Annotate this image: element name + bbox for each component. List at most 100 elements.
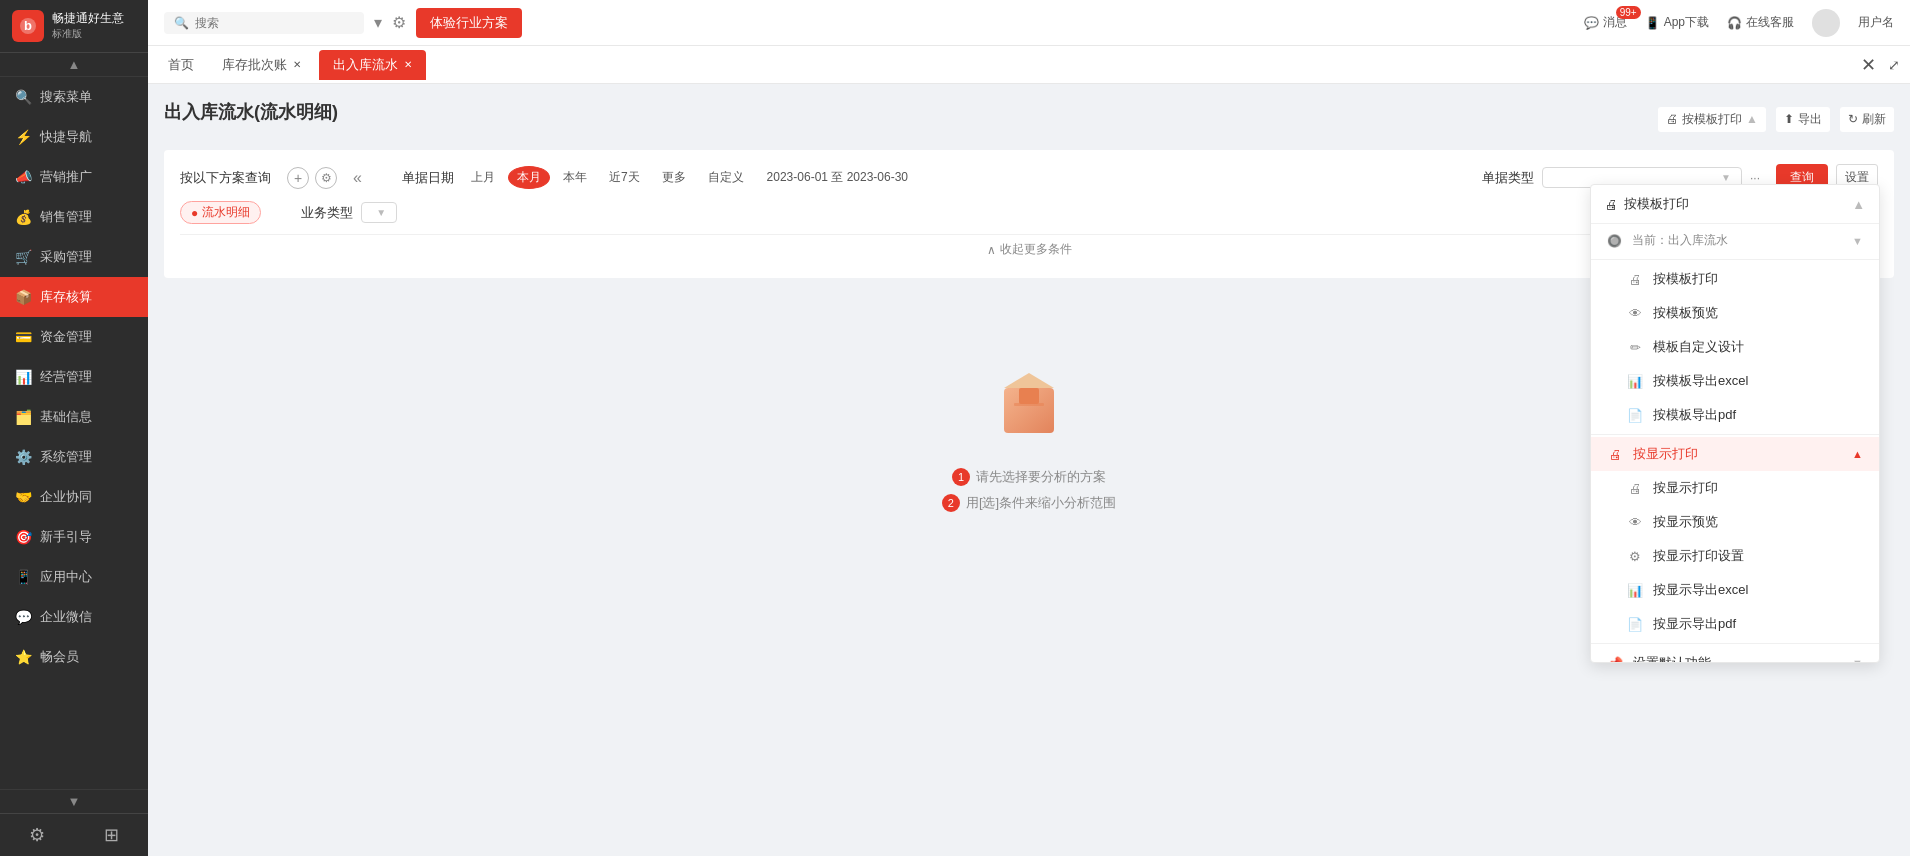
dropdown-template-design[interactable]: ✏ 模板自定义设计 [1591,330,1879,364]
dropdown-current-label[interactable]: 🔘 当前：出入库流水 ▼ [1591,224,1879,257]
dropdown-set-default[interactable]: 📌 设置默认功能 ▼ [1591,646,1879,662]
sidebar-item-inventory[interactable]: 📦 库存核算 [0,277,148,317]
topbar-search[interactable]: 🔍 [164,12,364,34]
date-btn-this-month[interactable]: 本月 [508,166,550,189]
sidebar-item-sales[interactable]: 💰 销售管理 [0,197,148,237]
dropdown-title: 🖨 按模板打印 [1605,195,1689,213]
sidebar-item-search[interactable]: 🔍 搜索菜单 [0,77,148,117]
dropdown-template-pdf[interactable]: 📄 按模板导出pdf [1591,398,1879,432]
sidebar-item-wecom[interactable]: 💬 企业微信 [0,597,148,637]
template-print-icon: 🖨 [1627,271,1643,287]
filter-collapse-left[interactable]: « [353,169,362,187]
sales-icon: 💰 [14,208,32,226]
set-default-icon: 📌 [1607,655,1623,662]
date-btn-this-year[interactable]: 本年 [554,166,596,189]
search-input[interactable] [195,16,354,30]
dropdown-display-excel[interactable]: 📊 按显示导出excel [1591,573,1879,607]
sidebar-item-quick-nav[interactable]: ⚡ 快捷导航 [0,117,148,157]
sidebar-item-member[interactable]: ⭐ 畅会员 [0,637,148,677]
dropdown-template-preview[interactable]: 👁 按模板预览 [1591,296,1879,330]
date-btn-last-month[interactable]: 上月 [462,166,504,189]
filter-selected-tag[interactable]: ● 流水明细 [180,201,261,224]
app-title: 畅捷通好生意 [52,11,124,27]
message-icon: 💬 [1584,16,1599,30]
tab-inout-flow[interactable]: 出入库流水 ✕ [319,50,426,80]
app-center-icon: 📱 [14,568,32,586]
dropdown-display-settings[interactable]: ⚙ 按显示打印设置 [1591,539,1879,573]
system-icon: ⚙️ [14,448,32,466]
app-icon: 📱 [1645,16,1660,30]
filter-add-button[interactable]: + [287,167,309,189]
filter-date-row: 单据日期 上月 本月 本年 近7天 更多 自定义 2023-06-01 至 20… [402,166,908,189]
sidebar-item-app-center[interactable]: 📱 应用中心 [0,557,148,597]
export-icon: ⬆ [1784,112,1794,126]
search-icon: 🔍 [174,16,189,30]
type-more-button[interactable]: ··· [1750,171,1760,185]
tab-close-inventory[interactable]: ✕ [293,59,301,70]
dropdown-scroll: 🖨 按模板打印 👁 按模板预览 ✏ 模板自定义设计 📊 按模板导出excel [1591,262,1879,662]
dropdown-display-header[interactable]: 🖨 按显示打印 ▲ [1591,437,1879,471]
sidebar-item-guide[interactable]: 🎯 新手引导 [0,517,148,557]
sidebar-scroll-up[interactable]: ▲ [0,53,148,77]
current-arrow: ▼ [1852,235,1863,247]
dropdown-display-print[interactable]: 🖨 按显示打印 [1591,471,1879,505]
tab-close-inout[interactable]: ✕ [404,59,412,70]
settings-icon[interactable]: ⚙ [29,824,45,846]
topbar-message[interactable]: 💬 消息 99+ [1584,14,1627,31]
avatar [1812,9,1840,37]
sidebar-nav: 🔍 搜索菜单 ⚡ 快捷导航 📣 营销推广 💰 销售管理 🛒 采购管理 📦 库存核… [0,77,148,789]
dropdown-template-excel[interactable]: 📊 按模板导出excel [1591,364,1879,398]
type-label: 单据类型 [1482,169,1534,187]
set-default-arrow: ▼ [1852,657,1863,662]
date-btn-7days[interactable]: 近7天 [600,166,649,189]
sidebar-item-finance[interactable]: 💳 资金管理 [0,317,148,357]
content-area: 出入库流水(流水明细) 🖨 按模板打印 ▲ ⬆ 导出 ↻ 刷新 [148,84,1910,856]
filter-settings-button[interactable]: ⚙ [315,167,337,189]
filter-actions: + ⚙ [287,167,337,189]
template-preview-icon: 👁 [1627,305,1643,321]
topbar-dropdown-icon[interactable]: ▾ [374,13,382,32]
template-pdf-icon: 📄 [1627,407,1643,423]
sidebar-item-system[interactable]: ⚙️ 系统管理 [0,437,148,477]
tab-inventory-batch[interactable]: 库存批次账 ✕ [208,50,315,80]
main-area: 🔍 ▾ ⚙ 体验行业方案 💬 消息 99+ 📱 App下载 🎧 在线客服 [148,0,1910,856]
topbar-service[interactable]: 🎧 在线客服 [1727,14,1794,31]
template-design-icon: ✏ [1627,339,1643,355]
tab-panel-close-icon[interactable]: ✕ [1861,54,1876,76]
username-label[interactable]: 用户名 [1858,14,1894,31]
refresh-button[interactable]: ↻ 刷新 [1840,107,1894,132]
service-label: 在线客服 [1746,14,1794,31]
business-dropdown[interactable]: ▼ [361,202,397,223]
empty-hint-1: 1 请先选择要分析的方案 [952,468,1106,486]
print-dropdown-panel: 🖨 按模板打印 ▲ 🔘 当前：出入库流水 ▼ 🖨 按模板打印 [1590,184,1880,663]
type-dropdown-arrow: ▼ [1721,172,1731,183]
service-icon: 🎧 [1727,16,1742,30]
sidebar-item-basic[interactable]: 🗂️ 基础信息 [0,397,148,437]
sidebar-item-enterprise[interactable]: 🤝 企业协同 [0,477,148,517]
topbar-gear-icon[interactable]: ⚙ [392,13,406,32]
app-label: App下载 [1664,14,1709,31]
member-icon: ⭐ [14,648,32,666]
inventory-icon: 📦 [14,288,32,306]
search-icon: 🔍 [14,88,32,106]
tag-icon: ● [191,206,198,220]
tab-panel-expand-icon[interactable]: ⤢ [1888,57,1900,73]
sidebar-item-operations[interactable]: 📊 经营管理 [0,357,148,397]
sidebar-item-purchase[interactable]: 🛒 采购管理 [0,237,148,277]
trial-button[interactable]: 体验行业方案 [416,8,522,38]
svg-rect-4 [1019,388,1039,404]
dropdown-collapse-arrow[interactable]: ▲ [1852,197,1865,212]
dropdown-template-print[interactable]: 🖨 按模板打印 [1591,262,1879,296]
print-header-icon: 🖨 [1605,197,1618,212]
collapse-sidebar-icon[interactable]: ⊞ [104,824,119,846]
sidebar-item-marketing[interactable]: 📣 营销推广 [0,157,148,197]
sidebar-scroll-down[interactable]: ▼ [0,789,148,813]
print-template-button[interactable]: 🖨 按模板打印 ▲ [1658,107,1766,132]
dropdown-display-preview[interactable]: 👁 按显示预览 [1591,505,1879,539]
date-btn-custom[interactable]: 自定义 [699,166,753,189]
topbar-app-download[interactable]: 📱 App下载 [1645,14,1709,31]
export-button[interactable]: ⬆ 导出 [1776,107,1830,132]
tab-home[interactable]: 首页 [158,50,204,80]
date-btn-more[interactable]: 更多 [653,166,695,189]
dropdown-display-pdf[interactable]: 📄 按显示导出pdf [1591,607,1879,641]
